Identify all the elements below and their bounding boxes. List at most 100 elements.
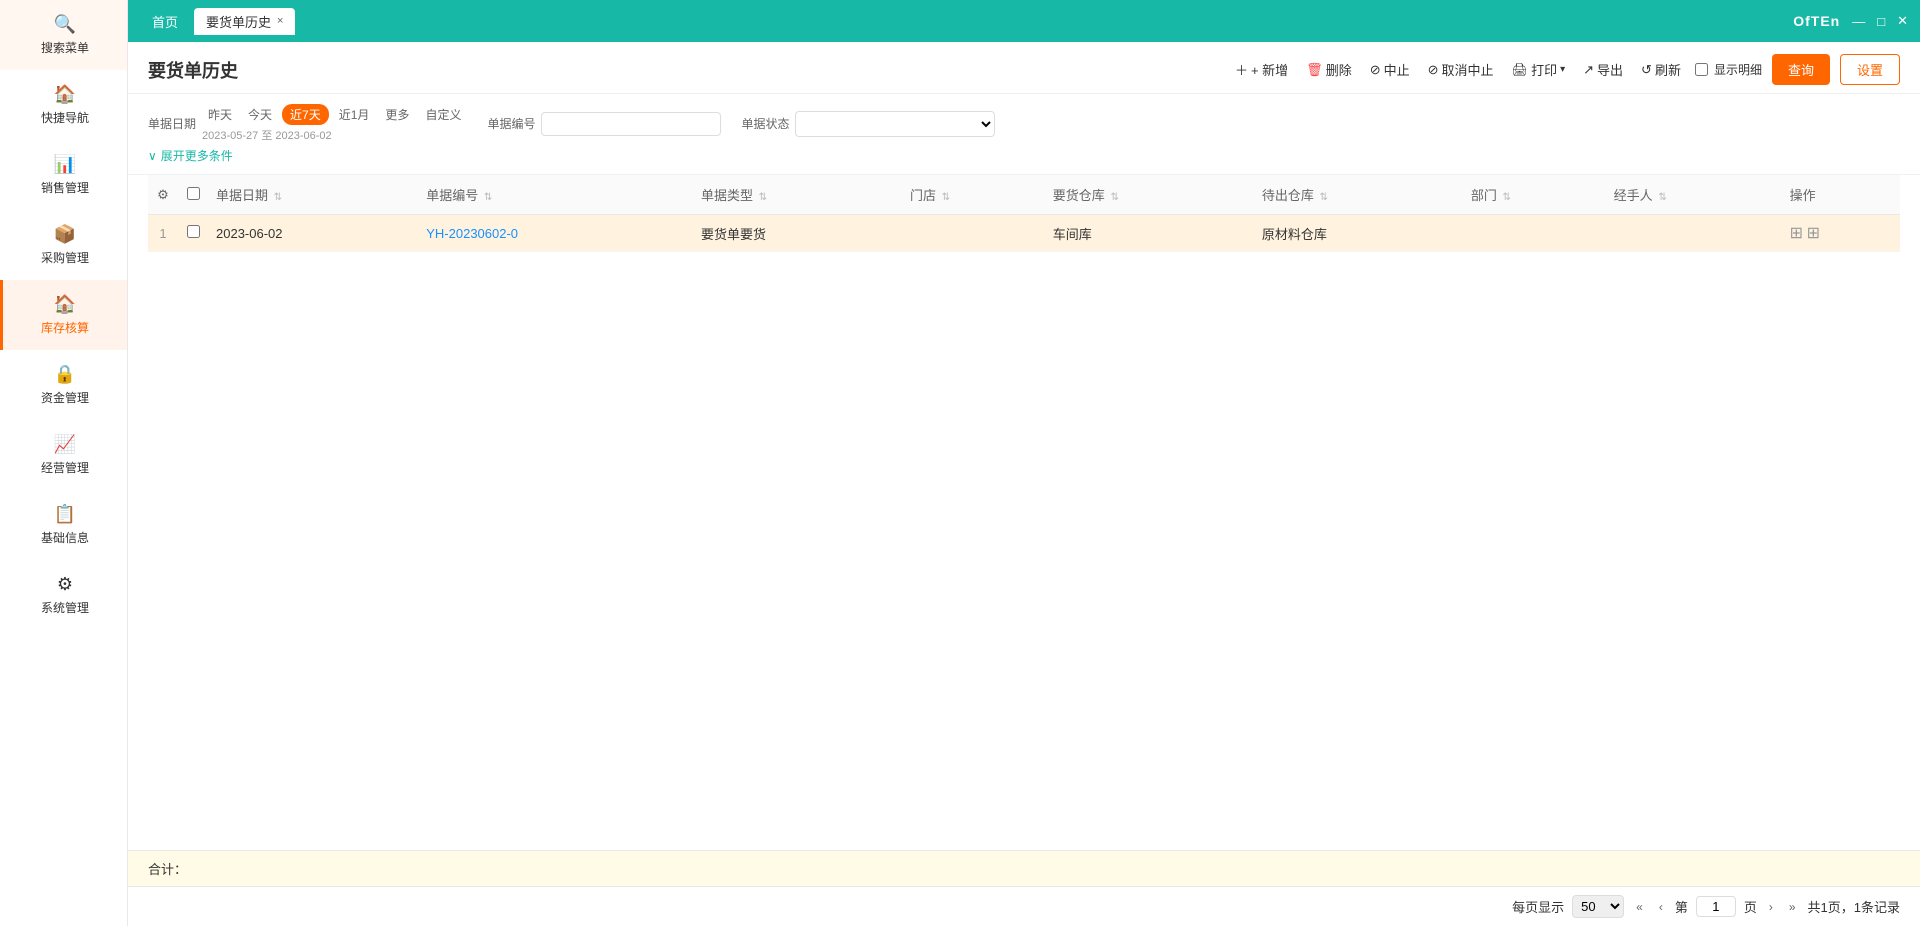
query-button[interactable]: 查询: [1772, 54, 1830, 85]
sort-billno-icon[interactable]: ⇅: [484, 192, 492, 203]
sidebar-item-quicknav[interactable]: 🏠 快捷导航: [0, 70, 127, 140]
toolbar-new-btn[interactable]: ＋ + 新增: [1231, 58, 1292, 81]
setting-button[interactable]: 设置: [1840, 54, 1900, 85]
col-operation: 操作: [1782, 175, 1900, 215]
sort-handler-icon[interactable]: ⇅: [1658, 192, 1666, 203]
sidebar-item-label: 系统管理: [41, 599, 89, 616]
sidebar-item-system[interactable]: ⚙ 系统管理: [0, 560, 127, 630]
settings-col-header[interactable]: ⚙: [148, 175, 178, 215]
display-detail-checkbox[interactable]: [1695, 63, 1708, 76]
filter-status-group: 单据状态: [741, 111, 995, 137]
suspend-icon: ⊘: [1370, 62, 1381, 78]
toolbar: ＋ + 新增 🗑 删除 ⊘ 中止 ⊘ 取消中止 🖨 打印: [1231, 54, 1900, 85]
checkbox-col-header: [178, 175, 208, 215]
row-op-edit-btn[interactable]: ⊞: [1790, 225, 1803, 242]
status-label: 单据状态: [741, 115, 789, 132]
row-checkbox-cell: [178, 215, 208, 252]
sort-store-icon[interactable]: ⇅: [942, 192, 950, 203]
sidebar-item-inventory[interactable]: 🏠 库存核算: [0, 280, 127, 350]
row-dept: [1463, 215, 1606, 252]
export-icon: ↗: [1583, 62, 1594, 78]
prev-page-btn[interactable]: ‹: [1655, 898, 1667, 916]
plus-icon: ＋: [1235, 60, 1248, 79]
tab-active-label: 要货单历史: [206, 12, 271, 31]
display-detail-toggle[interactable]: 显示明细: [1695, 61, 1762, 78]
sidebar-item-label: 快捷导航: [41, 109, 89, 126]
row-num: 1: [148, 215, 178, 252]
sidebar-item-label: 经营管理: [41, 459, 89, 476]
table-container: ⚙ 单据日期 ⇅ 单据编号 ⇅ 单据类型: [128, 175, 1920, 850]
tab-home-label: 首页: [152, 12, 178, 31]
sidebar-item-basic[interactable]: 📋 基础信息: [0, 490, 127, 560]
window-close-btn[interactable]: ✕: [1897, 13, 1908, 29]
quicknav-icon: 🏠: [54, 84, 76, 105]
tab-close-icon[interactable]: ×: [277, 15, 283, 27]
col-store: 门店 ⇅: [902, 175, 1045, 215]
sidebar-item-label: 搜索菜单: [41, 39, 89, 56]
content-area: 要货单历史 ＋ + 新增 🗑 删除 ⊘ 中止 ⊘ 取消中止: [128, 42, 1920, 926]
sidebar-item-finance[interactable]: 🔒 资金管理: [0, 350, 127, 420]
sidebar-item-label: 资金管理: [41, 389, 89, 406]
bill-number-input[interactable]: [541, 112, 721, 136]
bill-no-link[interactable]: YH-20230602-0: [426, 226, 518, 241]
page-header: 要货单历史 ＋ + 新增 🗑 删除 ⊘ 中止 ⊘ 取消中止: [128, 42, 1920, 94]
last-page-btn[interactable]: »: [1785, 898, 1800, 916]
window-min-btn[interactable]: —: [1852, 14, 1865, 29]
col-pend-warehouse: 待出仓库 ⇅: [1254, 175, 1463, 215]
date-chip-1month[interactable]: 近1月: [333, 104, 376, 125]
row-checkbox[interactable]: [187, 225, 200, 238]
topbar-logo: OfTEn: [1793, 13, 1840, 29]
date-chip-custom[interactable]: 自定义: [419, 104, 467, 125]
row-bill-no: YH-20230602-0: [418, 215, 693, 252]
sidebar-item-purchase[interactable]: 📦 采购管理: [0, 210, 127, 280]
col-date: 单据日期 ⇅: [208, 175, 418, 215]
toolbar-export-btn[interactable]: ↗ 导出: [1579, 58, 1627, 81]
per-page-select[interactable]: 50 10 20 100: [1572, 895, 1624, 918]
toolbar-print-btn[interactable]: 🖨 打印 ▾: [1508, 58, 1570, 81]
tab-home[interactable]: 首页: [140, 8, 190, 35]
tab-active[interactable]: 要货单历史 ×: [194, 8, 295, 35]
total-info: 共1页，1条记录: [1808, 897, 1900, 916]
page-title: 要货单历史: [148, 57, 238, 83]
date-chip-today[interactable]: 今天: [242, 104, 278, 125]
cancel-suspend-icon: ⊘: [1428, 62, 1439, 78]
new-label: + 新增: [1251, 60, 1288, 79]
toolbar-refresh-btn[interactable]: ↺ 刷新: [1637, 58, 1685, 81]
row-operation: ⊞ ⊞: [1782, 215, 1900, 252]
toolbar-cancel-suspend-btn[interactable]: ⊘ 取消中止: [1424, 58, 1498, 81]
toolbar-delete-btn[interactable]: 🗑 删除: [1302, 58, 1356, 81]
date-chip-yesterday[interactable]: 昨天: [202, 104, 238, 125]
toolbar-suspend-btn[interactable]: ⊘ 中止: [1366, 58, 1414, 81]
sort-reqwh-icon[interactable]: ⇅: [1110, 192, 1118, 203]
col-bill-type: 单据类型 ⇅: [693, 175, 902, 215]
inventory-icon: 🏠: [54, 294, 76, 315]
row-op-more-btn[interactable]: ⊞: [1807, 225, 1820, 242]
expand-chevron-icon: ∨: [148, 149, 157, 163]
select-all-checkbox[interactable]: [187, 187, 200, 200]
sort-dept-icon[interactable]: ⇅: [1503, 192, 1511, 203]
first-page-btn[interactable]: «: [1632, 898, 1647, 916]
sort-type-icon[interactable]: ⇅: [759, 192, 767, 203]
page-label: 第: [1675, 897, 1688, 916]
page-number-input[interactable]: [1696, 896, 1736, 917]
sidebar-item-label: 采购管理: [41, 249, 89, 266]
per-page-label: 每页显示: [1512, 897, 1564, 916]
sort-pendwh-icon[interactable]: ⇅: [1319, 192, 1327, 203]
window-max-btn[interactable]: □: [1877, 14, 1885, 29]
date-chip-more[interactable]: 更多: [379, 104, 415, 125]
table-row: 1 2023-06-02 YH-20230602-0 要货单要货 车间库 原材料…: [148, 215, 1900, 252]
cancel-suspend-label: 取消中止: [1442, 60, 1494, 79]
filter-row: 单据日期 昨天 今天 近7天 近1月 更多 自定义 2023-05-27 至 2…: [148, 104, 1900, 143]
date-chip-7days[interactable]: 近7天: [282, 104, 329, 125]
expand-more-btn[interactable]: ∨ 展开更多条件: [148, 147, 1900, 164]
status-select[interactable]: [795, 111, 995, 137]
filter-bar: 单据日期 昨天 今天 近7天 近1月 更多 自定义 2023-05-27 至 2…: [128, 94, 1920, 175]
sidebar-item-search[interactable]: 🔍 搜索菜单: [0, 0, 127, 70]
sort-date-icon[interactable]: ⇅: [274, 192, 282, 203]
next-page-btn[interactable]: ›: [1765, 898, 1777, 916]
date-chips-group: 昨天 今天 近7天 近1月 更多 自定义 2023-05-27 至 2023-0…: [202, 104, 467, 143]
sidebar-item-operation[interactable]: 📈 经营管理: [0, 420, 127, 490]
sidebar: 🔍 搜索菜单 🏠 快捷导航 📊 销售管理 📦 采购管理 🏠 库存核算 🔒 资金管…: [0, 0, 128, 926]
sidebar-item-sales[interactable]: 📊 销售管理: [0, 140, 127, 210]
search-menu-icon: 🔍: [54, 14, 76, 35]
